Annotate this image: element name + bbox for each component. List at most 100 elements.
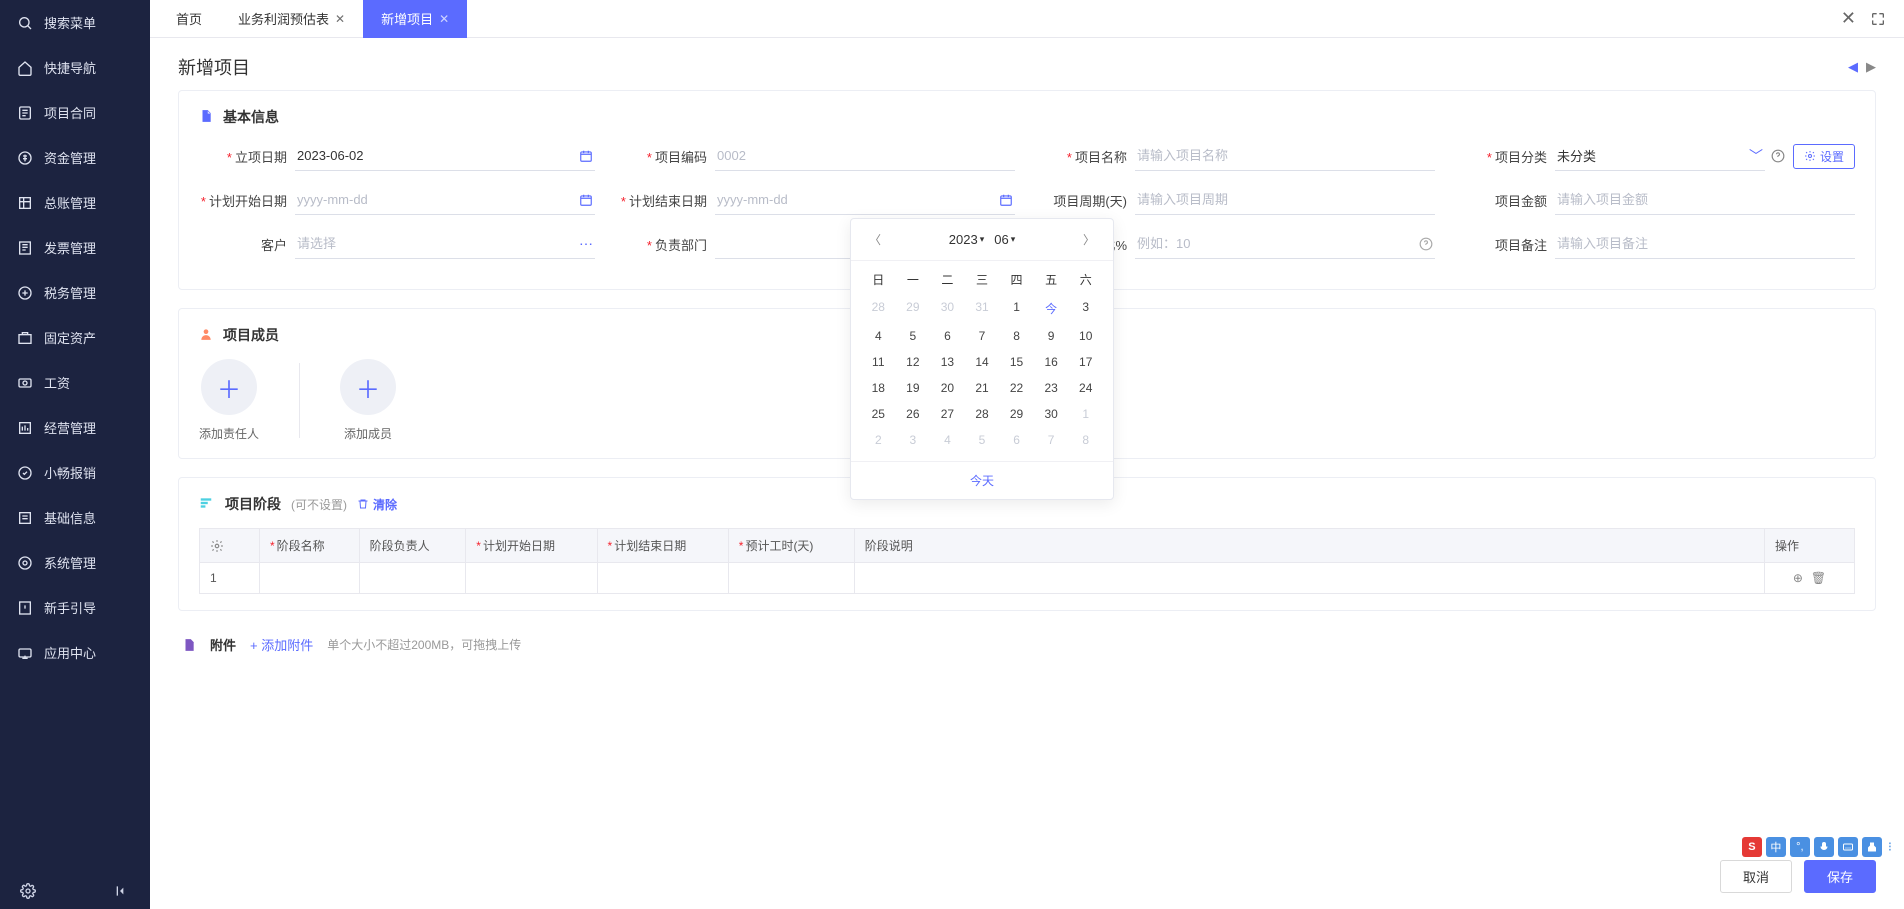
dp-year-select[interactable]: 2023▾ — [949, 232, 984, 247]
dp-day[interactable]: 1 — [999, 294, 1034, 323]
project-code-input[interactable] — [715, 141, 1015, 171]
dp-day[interactable]: 23 — [1034, 375, 1069, 401]
calendar-icon[interactable] — [579, 149, 593, 163]
add-attachment-button[interactable]: + 添加附件 — [250, 635, 313, 654]
sidebar-item-9[interactable]: 经营管理 — [0, 405, 150, 450]
dp-day[interactable]: 5 — [896, 323, 931, 349]
dp-day[interactable]: 19 — [896, 375, 931, 401]
dp-day[interactable]: 4 — [930, 427, 965, 453]
dp-day[interactable]: 11 — [861, 349, 896, 375]
sidebar-item-14[interactable]: 应用中心 — [0, 630, 150, 675]
dp-day[interactable]: 27 — [930, 401, 965, 427]
dp-day[interactable]: 28 — [965, 401, 1000, 427]
dp-day[interactable]: 10 — [1068, 323, 1103, 349]
sidebar-item-5[interactable]: 发票管理 — [0, 225, 150, 270]
plan-start-input[interactable] — [295, 185, 595, 215]
save-button[interactable]: 保存 — [1804, 860, 1876, 893]
project-name-input[interactable] — [1135, 141, 1435, 171]
category-settings-button[interactable]: 设置 — [1793, 144, 1855, 169]
dp-day[interactable]: 18 — [861, 375, 896, 401]
tab-2[interactable]: 新增项目✕ — [363, 0, 467, 38]
dp-day[interactable]: 8 — [1068, 427, 1103, 453]
close-icon[interactable]: ✕ — [1841, 8, 1856, 29]
dp-day[interactable]: 7 — [1034, 427, 1069, 453]
tab-close-icon[interactable]: ✕ — [335, 12, 345, 26]
tab-close-icon[interactable]: ✕ — [439, 12, 449, 26]
customer-select[interactable] — [295, 229, 595, 259]
help-icon[interactable] — [1771, 149, 1785, 163]
dp-day[interactable]: 24 — [1068, 375, 1103, 401]
tab-0[interactable]: 首页 — [158, 0, 220, 38]
row-delete-icon[interactable]: 🗑 — [1811, 571, 1826, 585]
sidebar-item-3[interactable]: 资金管理 — [0, 135, 150, 180]
sidebar-item-7[interactable]: 固定资产 — [0, 315, 150, 360]
plan-end-input[interactable] — [715, 185, 1015, 215]
dp-day[interactable]: 6 — [930, 323, 965, 349]
dp-month-select[interactable]: 06▾ — [994, 232, 1015, 247]
sidebar-item-8[interactable]: 工资 — [0, 360, 150, 405]
project-date-input[interactable] — [295, 141, 595, 171]
row-add-icon[interactable]: ⊕ — [1793, 571, 1803, 585]
dp-day[interactable]: 22 — [999, 375, 1034, 401]
dp-day[interactable]: 15 — [999, 349, 1034, 375]
sidebar-item-2[interactable]: 项目合同 — [0, 90, 150, 135]
sidebar-item-1[interactable]: 快捷导航 — [0, 45, 150, 90]
amount-input[interactable] — [1555, 185, 1855, 215]
dp-day[interactable]: 21 — [965, 375, 1000, 401]
complete-pct-input[interactable] — [1135, 229, 1435, 259]
page-next[interactable]: ▶ — [1866, 59, 1876, 75]
dp-day[interactable]: 31 — [965, 294, 1000, 323]
settings-icon[interactable] — [20, 883, 36, 899]
dp-day[interactable]: 12 — [896, 349, 931, 375]
dp-day[interactable]: 30 — [1034, 401, 1069, 427]
dp-day[interactable]: 28 — [861, 294, 896, 323]
dp-day[interactable]: 1 — [1068, 401, 1103, 427]
dp-day[interactable]: 今 — [1034, 294, 1069, 323]
dp-day[interactable]: 7 — [965, 323, 1000, 349]
sidebar-item-0[interactable]: 搜索菜单 — [0, 0, 150, 45]
dp-prev[interactable]: 〈 — [865, 229, 885, 250]
table-row[interactable]: 1⊕🗑 — [200, 563, 1855, 594]
dp-day[interactable]: 30 — [930, 294, 965, 323]
dp-day[interactable]: 3 — [896, 427, 931, 453]
dp-day[interactable]: 2 — [861, 427, 896, 453]
dp-today-button[interactable]: 今天 — [851, 461, 1113, 499]
page-prev[interactable]: ◀ — [1848, 59, 1858, 75]
add-member-button[interactable]: ＋ — [340, 359, 396, 415]
dp-day[interactable]: 26 — [896, 401, 931, 427]
collapse-icon[interactable] — [114, 883, 130, 899]
dp-day[interactable]: 5 — [965, 427, 1000, 453]
tab-1[interactable]: 业务利润预估表✕ — [220, 0, 363, 38]
dp-day[interactable]: 6 — [999, 427, 1034, 453]
period-input[interactable] — [1135, 185, 1435, 215]
fullscreen-icon[interactable] — [1870, 11, 1886, 27]
sidebar-item-4[interactable]: 总账管理 — [0, 180, 150, 225]
calendar-icon[interactable] — [579, 193, 593, 207]
dp-day[interactable]: 13 — [930, 349, 965, 375]
help-icon[interactable] — [1419, 237, 1433, 251]
add-owner-button[interactable]: ＋ — [201, 359, 257, 415]
dp-day[interactable]: 4 — [861, 323, 896, 349]
dp-day[interactable]: 25 — [861, 401, 896, 427]
remark-input[interactable] — [1555, 229, 1855, 259]
sidebar-item-12[interactable]: 系统管理 — [0, 540, 150, 585]
col-gear[interactable] — [200, 529, 260, 563]
stages-clear-button[interactable]: 清除 — [357, 496, 397, 513]
dp-day[interactable]: 8 — [999, 323, 1034, 349]
sidebar-item-10[interactable]: 小畅报销 — [0, 450, 150, 495]
dp-day[interactable]: 20 — [930, 375, 965, 401]
chevron-down-icon[interactable]: ﹀ — [1749, 146, 1763, 166]
cancel-button[interactable]: 取消 — [1720, 860, 1792, 893]
dp-day[interactable]: 17 — [1068, 349, 1103, 375]
dp-day[interactable]: 29 — [999, 401, 1034, 427]
calendar-icon[interactable] — [999, 193, 1013, 207]
dp-day[interactable]: 3 — [1068, 294, 1103, 323]
sidebar-item-13[interactable]: 新手引导 — [0, 585, 150, 630]
sidebar-item-11[interactable]: 基础信息 — [0, 495, 150, 540]
sidebar-item-6[interactable]: 税务管理 — [0, 270, 150, 315]
dp-day[interactable]: 29 — [896, 294, 931, 323]
dp-next[interactable]: 〉 — [1079, 229, 1099, 250]
dp-day[interactable]: 16 — [1034, 349, 1069, 375]
more-icon[interactable]: ⋯ — [579, 236, 593, 253]
dp-day[interactable]: 9 — [1034, 323, 1069, 349]
